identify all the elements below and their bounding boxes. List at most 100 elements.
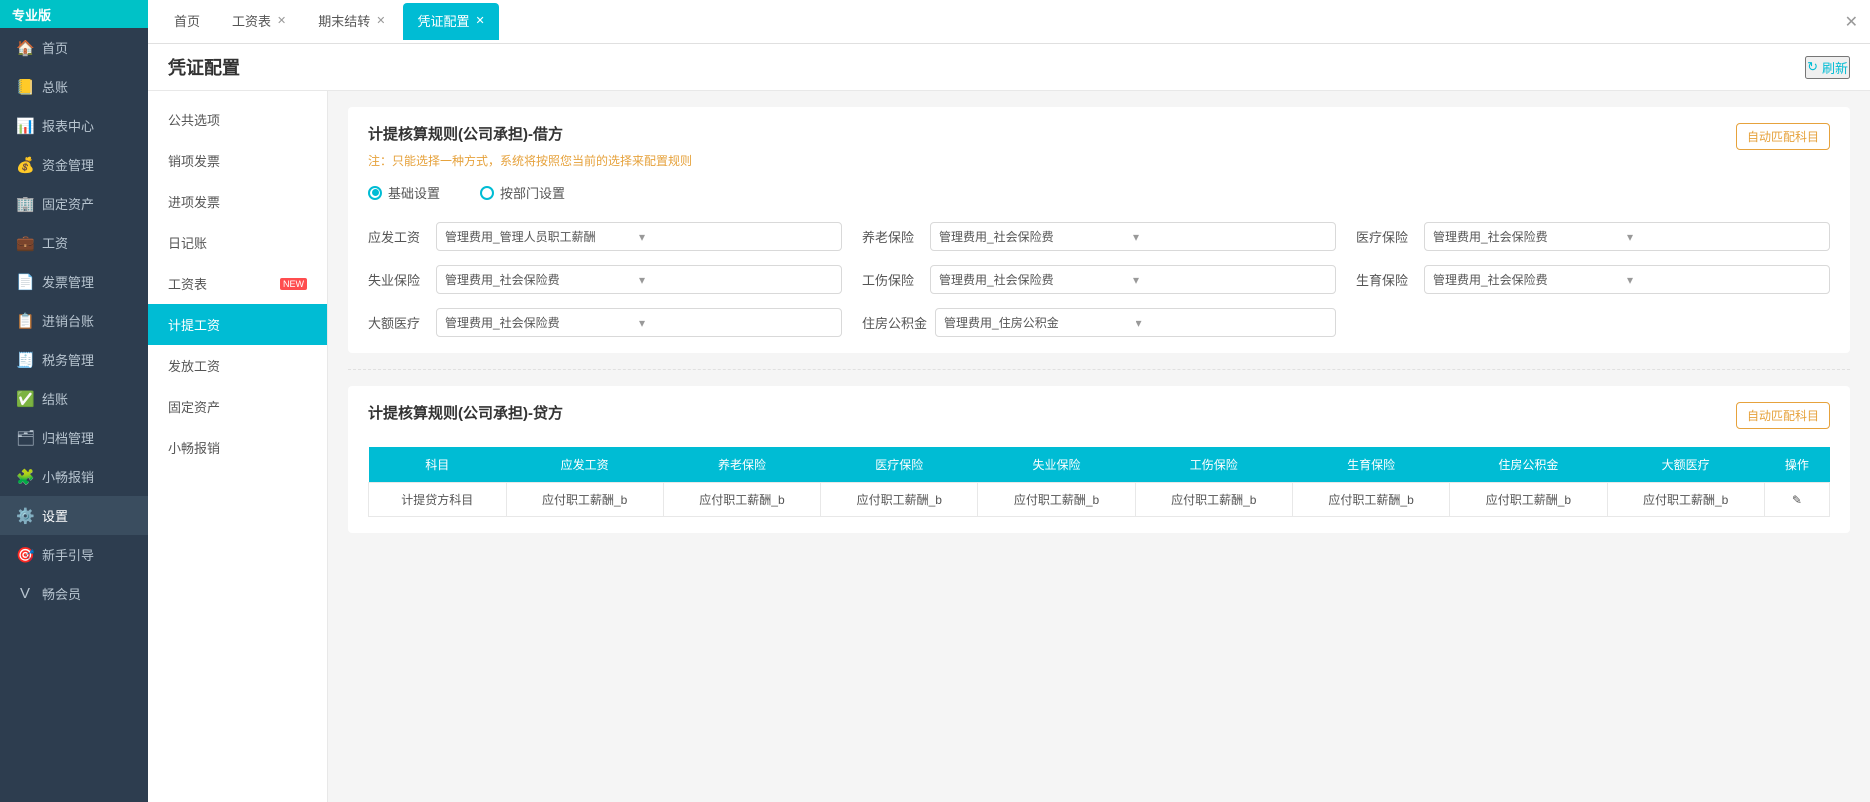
debit-select-value-yingfa: 管理费用_管理人员职工薪酬 bbox=[445, 228, 639, 245]
sidebar-label-invoice-mgr: 发票管理 bbox=[42, 272, 94, 291]
topnav-tab-period-close[interactable]: 期末结转✕ bbox=[304, 3, 399, 40]
side-menu-item-fixed-assets[interactable]: 固定资产 bbox=[148, 386, 327, 427]
sidebar-item-tax-mgr[interactable]: 🧾税务管理 bbox=[0, 340, 148, 379]
radio-basic-icon bbox=[368, 186, 382, 200]
credit-table-cell: 计提贷方科目 bbox=[369, 483, 507, 517]
side-menu-item-cancel-invoice[interactable]: 销项发票 bbox=[148, 140, 327, 181]
credit-table-row: 计提贷方科目应付职工薪酬_b应付职工薪酬_b应付职工薪酬_b应付职工薪酬_b应付… bbox=[369, 483, 1830, 517]
side-menu-item-input-invoice[interactable]: 进项发票 bbox=[148, 181, 327, 222]
refresh-button[interactable]: ↻ 刷新 bbox=[1805, 56, 1850, 79]
debit-select-shiye[interactable]: 管理费用_社会保险费 ▾ bbox=[436, 265, 842, 294]
sidebar-item-report[interactable]: 📊报表中心 bbox=[0, 106, 148, 145]
main-content: 计提核算规则(公司承担)-借方 注：只能选择一种方式，系统将按照您当前的选择来配… bbox=[328, 91, 1870, 802]
main-area: 首页工资表✕期末结转✕凭证配置✕ ✕ 凭证配置 ↻ 刷新 公共选项销项发票进项发… bbox=[148, 0, 1870, 802]
debit-select-value-yiliao: 管理费用_社会保险费 bbox=[1433, 228, 1627, 245]
debit-select-value-shengyu: 管理费用_社会保险费 bbox=[1433, 271, 1627, 288]
topnav-tab-label-voucher-config: 凭证配置 bbox=[417, 11, 469, 30]
side-menu-item-calc-salary[interactable]: 计提工资 bbox=[148, 304, 327, 345]
debit-label-dae: 大额医疗 bbox=[368, 313, 428, 332]
sidebar-icon-tax-mgr: 🧾 bbox=[16, 351, 34, 369]
sidebar-item-invoice-mgr[interactable]: 📄 发票管理 bbox=[0, 262, 148, 301]
credit-section: 计提核算规则(公司承担)-贷方 自动匹配科目 科目应发工资养老保险医疗保险失业保… bbox=[348, 386, 1850, 533]
sidebar-icon-guide: 🎯 bbox=[16, 546, 34, 564]
sidebar-icon-report: 📊 bbox=[16, 117, 34, 135]
topnav-tab-payroll[interactable]: 工资表 ✕ bbox=[218, 3, 300, 40]
topnav-tab-voucher-config[interactable]: 凭证配置 ✕ bbox=[403, 3, 498, 40]
debit-select-shengyu[interactable]: 管理费用_社会保险费 ▾ bbox=[1424, 265, 1830, 294]
topnav-tab-label-payroll: 工资表 bbox=[232, 11, 271, 30]
sidebar-label-ledger: 总账 bbox=[42, 77, 68, 96]
debit-select-gjj[interactable]: 管理费用_住房公积金 ▾ bbox=[935, 308, 1336, 337]
side-menu-item-expense-report[interactable]: 小畅报销 bbox=[148, 427, 327, 468]
debit-select-yingfa[interactable]: 管理费用_管理人员职工薪酬 ▾ bbox=[436, 222, 842, 251]
debit-field-shengyu: 生育保险 管理费用_社会保险费 ▾ bbox=[1356, 265, 1830, 294]
sidebar-item-settings[interactable]: ⚙️设置 bbox=[0, 496, 148, 535]
sidebar-item-salary[interactable]: 💼工资 bbox=[0, 223, 148, 262]
topnav-tab-close-payroll[interactable]: ✕ bbox=[277, 14, 286, 27]
credit-table-cell: 应付职工薪酬_b bbox=[821, 483, 978, 517]
debit-select-yiliao[interactable]: 管理费用_社会保险费 ▾ bbox=[1424, 222, 1830, 251]
side-menu-item-journal[interactable]: 日记账 bbox=[148, 222, 327, 263]
debit-select-dae[interactable]: 管理费用_社会保险费 ▾ bbox=[436, 308, 842, 337]
topnav: 首页工资表✕期末结转✕凭证配置✕ ✕ bbox=[148, 0, 1870, 44]
credit-table-header-cell: 大额医疗 bbox=[1607, 447, 1764, 483]
sidebar-item-ledger[interactable]: 📒 总账 bbox=[0, 67, 148, 106]
sidebar-icon-ledger: 📒 bbox=[16, 78, 34, 96]
side-menu-item-pay-salary[interactable]: 发放工资 bbox=[148, 345, 327, 386]
credit-auto-match-button[interactable]: 自动匹配科目 bbox=[1736, 402, 1830, 429]
sidebar-item-guide[interactable]: 🎯新手引导 bbox=[0, 535, 148, 574]
credit-table-header-cell: 工伤保险 bbox=[1135, 447, 1292, 483]
debit-select-value-yanglao: 管理费用_社会保险费 bbox=[939, 228, 1133, 245]
credit-table-header-cell: 医疗保险 bbox=[821, 447, 978, 483]
debit-section: 计提核算规则(公司承担)-借方 注：只能选择一种方式，系统将按照您当前的选择来配… bbox=[348, 107, 1850, 353]
sidebar-icon-invoice-mgr: 📄 bbox=[16, 273, 34, 291]
side-menu: 公共选项销项发票进项发票日记账工资表NEW计提工资发放工资固定资产小畅报销 bbox=[148, 91, 328, 802]
debit-select-arrow-yanglao: ▾ bbox=[1133, 230, 1327, 244]
radio-basic-setting[interactable]: 基础设置 bbox=[368, 183, 440, 202]
radio-dept-icon bbox=[480, 186, 494, 200]
credit-table-header-cell: 养老保险 bbox=[663, 447, 820, 483]
credit-table-cell: 应付职工薪酬_b bbox=[978, 483, 1135, 517]
credit-table-cell: 应付职工薪酬_b bbox=[1450, 483, 1607, 517]
sidebar-item-archive[interactable]: 🗂归档管理 bbox=[0, 418, 148, 457]
side-menu-item-payroll-table[interactable]: 工资表NEW bbox=[148, 263, 327, 304]
sidebar-item-close[interactable]: ✅结账 bbox=[0, 379, 148, 418]
debit-select-arrow-yingfa: ▾ bbox=[639, 230, 833, 244]
debit-select-gongshang[interactable]: 管理费用_社会保险费 ▾ bbox=[930, 265, 1336, 294]
side-menu-item-public[interactable]: 公共选项 bbox=[148, 99, 327, 140]
debit-field-yanglao: 养老保险 管理费用_社会保险费 ▾ bbox=[862, 222, 1336, 251]
side-menu-label-input-invoice: 进项发票 bbox=[168, 192, 220, 211]
new-badge-payroll-table: NEW bbox=[280, 278, 307, 290]
credit-table-header-cell: 生育保险 bbox=[1292, 447, 1449, 483]
debit-form-grid: 应发工资 管理费用_管理人员职工薪酬 ▾ 养老保险 管理费用_社会保险费 ▾ 医… bbox=[368, 222, 1830, 337]
sidebar-icon-salary: 💼 bbox=[16, 234, 34, 252]
topnav-tab-home[interactable]: 首页 bbox=[160, 3, 214, 40]
content-area: 公共选项销项发票进项发票日记账工资表NEW计提工资发放工资固定资产小畅报销 计提… bbox=[148, 91, 1870, 802]
topnav-tab-close-period-close[interactable]: ✕ bbox=[376, 14, 385, 27]
sidebar-label-fund: 资金管理 bbox=[42, 155, 94, 174]
side-menu-label-fixed-assets: 固定资产 bbox=[168, 397, 220, 416]
sidebar-item-fund[interactable]: 💰资金管理 bbox=[0, 145, 148, 184]
sidebar-item-home[interactable]: 🏠首页 bbox=[0, 28, 148, 67]
side-menu-label-journal: 日记账 bbox=[168, 233, 207, 252]
debit-select-yanglao[interactable]: 管理费用_社会保险费 ▾ bbox=[930, 222, 1336, 251]
credit-table-cell[interactable]: ✎ bbox=[1764, 483, 1829, 517]
sidebar-item-expense[interactable]: 🧩小畅报销 bbox=[0, 457, 148, 496]
radio-dept-setting[interactable]: 按部门设置 bbox=[480, 183, 565, 202]
credit-table: 科目应发工资养老保险医疗保险失业保险工伤保险生育保险住房公积金大额医疗操作 计提… bbox=[368, 447, 1830, 517]
credit-table-header-cell: 应发工资 bbox=[506, 447, 663, 483]
credit-table-cell: 应付职工薪酬_b bbox=[506, 483, 663, 517]
debit-select-value-gjj: 管理费用_住房公积金 bbox=[944, 314, 1136, 331]
sidebar-label-assets: 固定资产 bbox=[42, 194, 94, 213]
sidebar-icon-sales-ledger: 📋 bbox=[16, 312, 34, 330]
sidebar-item-sales-ledger[interactable]: 📋进销台账 bbox=[0, 301, 148, 340]
debit-auto-match-button[interactable]: 自动匹配科目 bbox=[1736, 123, 1830, 150]
sidebar-item-member[interactable]: V畅会员 bbox=[0, 574, 148, 613]
sidebar-item-assets[interactable]: 🏢固定资产 bbox=[0, 184, 148, 223]
debit-radio-group: 基础设置 按部门设置 bbox=[368, 183, 1830, 202]
sidebar-label-member: 畅会员 bbox=[42, 584, 81, 603]
debit-label-yanglao: 养老保险 bbox=[862, 227, 922, 246]
debit-label-gongshang: 工伤保险 bbox=[862, 270, 922, 289]
close-all-tabs-button[interactable]: ✕ bbox=[1845, 12, 1858, 32]
topnav-tab-close-voucher-config[interactable]: ✕ bbox=[476, 14, 485, 27]
